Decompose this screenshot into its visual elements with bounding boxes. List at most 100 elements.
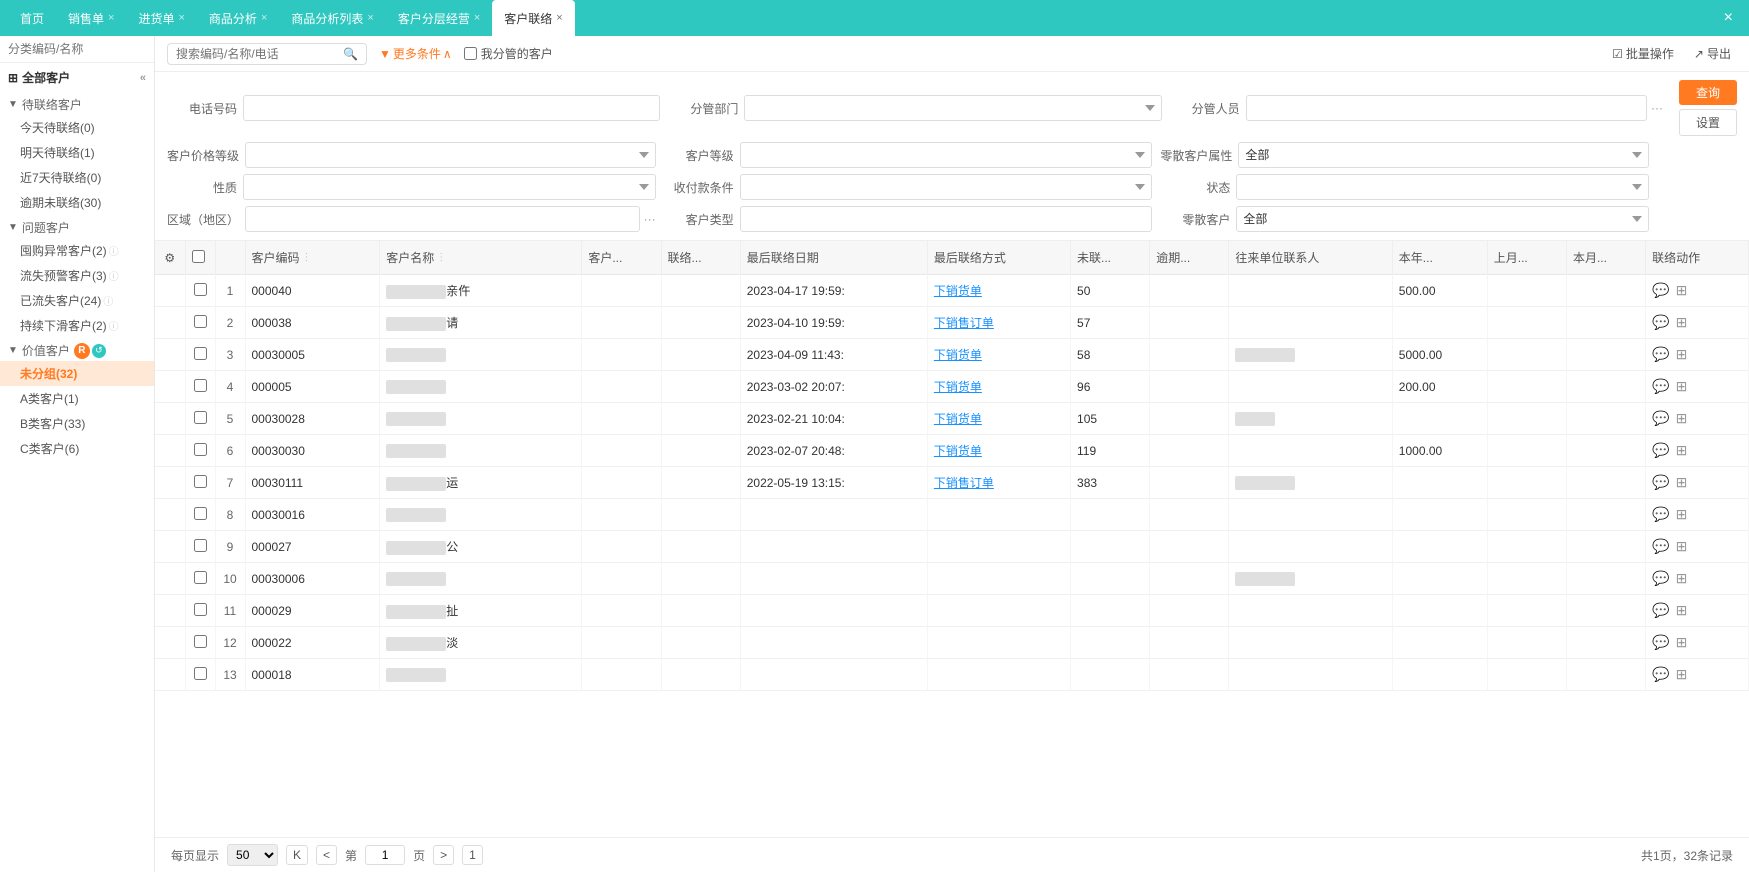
message-icon[interactable]: 💬 xyxy=(1652,346,1669,363)
area-input[interactable] xyxy=(245,206,640,232)
message-icon[interactable]: 💬 xyxy=(1652,378,1669,395)
row-checkbox[interactable] xyxy=(194,443,207,456)
checkbox-cell[interactable] xyxy=(185,435,215,467)
last-method-cell[interactable]: 下销货单 xyxy=(927,371,1070,403)
dots-icon[interactable]: ··· xyxy=(644,212,656,226)
close-icon[interactable]: × xyxy=(178,12,184,24)
checkbox-cell[interactable] xyxy=(185,403,215,435)
qr-icon[interactable]: ⊞ xyxy=(1676,602,1688,619)
qr-icon[interactable]: ⊞ xyxy=(1676,346,1688,363)
per-page-select[interactable]: 50 20 100 xyxy=(227,844,278,866)
sidebar-item-class-b[interactable]: B类客户(33) xyxy=(0,411,154,436)
close-icon[interactable]: × xyxy=(556,12,562,24)
sidebar-item-abnormal[interactable]: 囤购异常客户(2) ⓘ xyxy=(0,238,154,263)
checkbox-cell[interactable] xyxy=(185,595,215,627)
sidebar-item-declining[interactable]: 持续下滑客户(2) ⓘ xyxy=(0,313,154,338)
message-icon[interactable]: 💬 xyxy=(1652,314,1669,331)
method-link[interactable]: 下销货单 xyxy=(934,444,982,458)
nav-purchase[interactable]: 进货单 × xyxy=(126,0,196,36)
sidebar-item-tomorrow[interactable]: 明天待联络(1) xyxy=(0,140,154,165)
type-col-header[interactable]: 客户... xyxy=(582,241,661,275)
this-month-col-header[interactable]: 本月... xyxy=(1566,241,1645,275)
customer-type-input[interactable] xyxy=(740,206,1153,232)
checkbox-cell[interactable] xyxy=(185,275,215,307)
collapse-icon[interactable]: « xyxy=(140,72,146,84)
checkbox-cell[interactable] xyxy=(185,307,215,339)
row-checkbox[interactable] xyxy=(194,411,207,424)
payment-select[interactable] xyxy=(740,174,1153,200)
batch-op-btn[interactable]: ☑ 批量操作 xyxy=(1606,42,1680,65)
nav-product-analysis[interactable]: 商品分析 × xyxy=(197,0,279,36)
checkbox-cell[interactable] xyxy=(185,659,215,691)
qr-icon[interactable]: ⊞ xyxy=(1676,442,1688,459)
row-checkbox[interactable] xyxy=(194,603,207,616)
refresh-icon[interactable]: ↺ xyxy=(92,344,106,358)
next-page-btn[interactable]: > xyxy=(433,845,454,865)
checkbox-cell[interactable] xyxy=(185,627,215,659)
group-value-customers[interactable]: ▼ 价值客户 R ↺ xyxy=(0,338,154,361)
dots-icon[interactable]: ··· xyxy=(1651,101,1663,115)
last-method-col-header[interactable]: 最后联络方式 xyxy=(927,241,1070,275)
customer-level-select[interactable] xyxy=(740,142,1153,168)
qr-icon[interactable]: ⊞ xyxy=(1676,282,1688,299)
message-icon[interactable]: 💬 xyxy=(1652,410,1669,427)
row-checkbox[interactable] xyxy=(194,667,207,680)
dept-select[interactable] xyxy=(744,95,1161,121)
my-customers-check[interactable] xyxy=(464,47,477,60)
person-input[interactable] xyxy=(1246,95,1647,121)
sidebar-item-unclassified[interactable]: 未分组(32) xyxy=(0,361,154,386)
contact-col-header[interactable]: 联络... xyxy=(661,241,740,275)
nav-home[interactable]: 首页 xyxy=(8,0,56,36)
message-icon[interactable]: 💬 xyxy=(1652,474,1669,491)
select-all-checkbox[interactable] xyxy=(192,250,205,263)
message-icon[interactable]: 💬 xyxy=(1652,538,1669,555)
retail-attr-select[interactable]: 全部 xyxy=(1238,142,1649,168)
row-checkbox[interactable] xyxy=(194,539,207,552)
checkbox-col-header[interactable] xyxy=(185,241,215,275)
close-all-icon[interactable]: × xyxy=(1716,9,1741,27)
reset-button[interactable]: 设置 xyxy=(1679,109,1737,136)
nav-customer-contact[interactable]: 客户联络 × xyxy=(492,0,574,36)
sidebar-item-today[interactable]: 今天待联络(0) xyxy=(0,115,154,140)
sidebar-item-class-a[interactable]: A类客户(1) xyxy=(0,386,154,411)
row-checkbox[interactable] xyxy=(194,315,207,328)
qr-icon[interactable]: ⊞ xyxy=(1676,314,1688,331)
qr-icon[interactable]: ⊞ xyxy=(1676,378,1688,395)
last-date-col-header[interactable]: 最后联络日期 xyxy=(740,241,927,275)
nav-product-analysis-list[interactable]: 商品分析列表 × xyxy=(279,0,385,36)
nature-select[interactable] xyxy=(243,174,656,200)
more-conditions-btn[interactable]: ▼ 更多条件 ∧ xyxy=(379,45,452,62)
checkbox-cell[interactable] xyxy=(185,339,215,371)
group-pending-contact[interactable]: ▼ 待联络客户 xyxy=(0,92,154,115)
row-checkbox[interactable] xyxy=(194,571,207,584)
last-method-cell[interactable]: 下销售订单 xyxy=(927,307,1070,339)
export-btn[interactable]: ↗ 导出 xyxy=(1688,42,1737,65)
uncontact-col-header[interactable]: 未联... xyxy=(1071,241,1150,275)
close-icon[interactable]: × xyxy=(108,12,114,24)
search-icon[interactable]: 🔍 xyxy=(343,47,358,61)
page-input[interactable] xyxy=(365,845,405,865)
row-checkbox[interactable] xyxy=(194,507,207,520)
qr-icon[interactable]: ⊞ xyxy=(1676,634,1688,651)
qr-icon[interactable]: ⊞ xyxy=(1676,506,1688,523)
settings-col-header[interactable]: ⚙ xyxy=(155,241,185,275)
qr-icon[interactable]: ⊞ xyxy=(1676,538,1688,555)
last-page-btn[interactable]: 1 xyxy=(462,845,483,865)
checkbox-cell[interactable] xyxy=(185,531,215,563)
row-checkbox[interactable] xyxy=(194,475,207,488)
message-icon[interactable]: 💬 xyxy=(1652,506,1669,523)
my-customers-checkbox[interactable]: 我分管的客户 xyxy=(464,45,553,62)
retail-customer-select[interactable]: 全部 xyxy=(1236,206,1649,232)
method-link[interactable]: 下销货单 xyxy=(934,348,982,362)
method-link[interactable]: 下销货单 xyxy=(934,284,982,298)
person-col-header[interactable]: 往来单位联系人 xyxy=(1229,241,1392,275)
message-icon[interactable]: 💬 xyxy=(1652,570,1669,587)
qr-icon[interactable]: ⊞ xyxy=(1676,410,1688,427)
qr-icon[interactable]: ⊞ xyxy=(1676,570,1688,587)
phone-input[interactable] xyxy=(243,95,660,121)
row-checkbox[interactable] xyxy=(194,283,207,296)
last-method-cell[interactable] xyxy=(927,595,1070,627)
last-month-col-header[interactable]: 上月... xyxy=(1487,241,1566,275)
sidebar-item-overdue[interactable]: 逾期未联络(30) xyxy=(0,190,154,215)
last-method-cell[interactable]: 下销货单 xyxy=(927,435,1070,467)
